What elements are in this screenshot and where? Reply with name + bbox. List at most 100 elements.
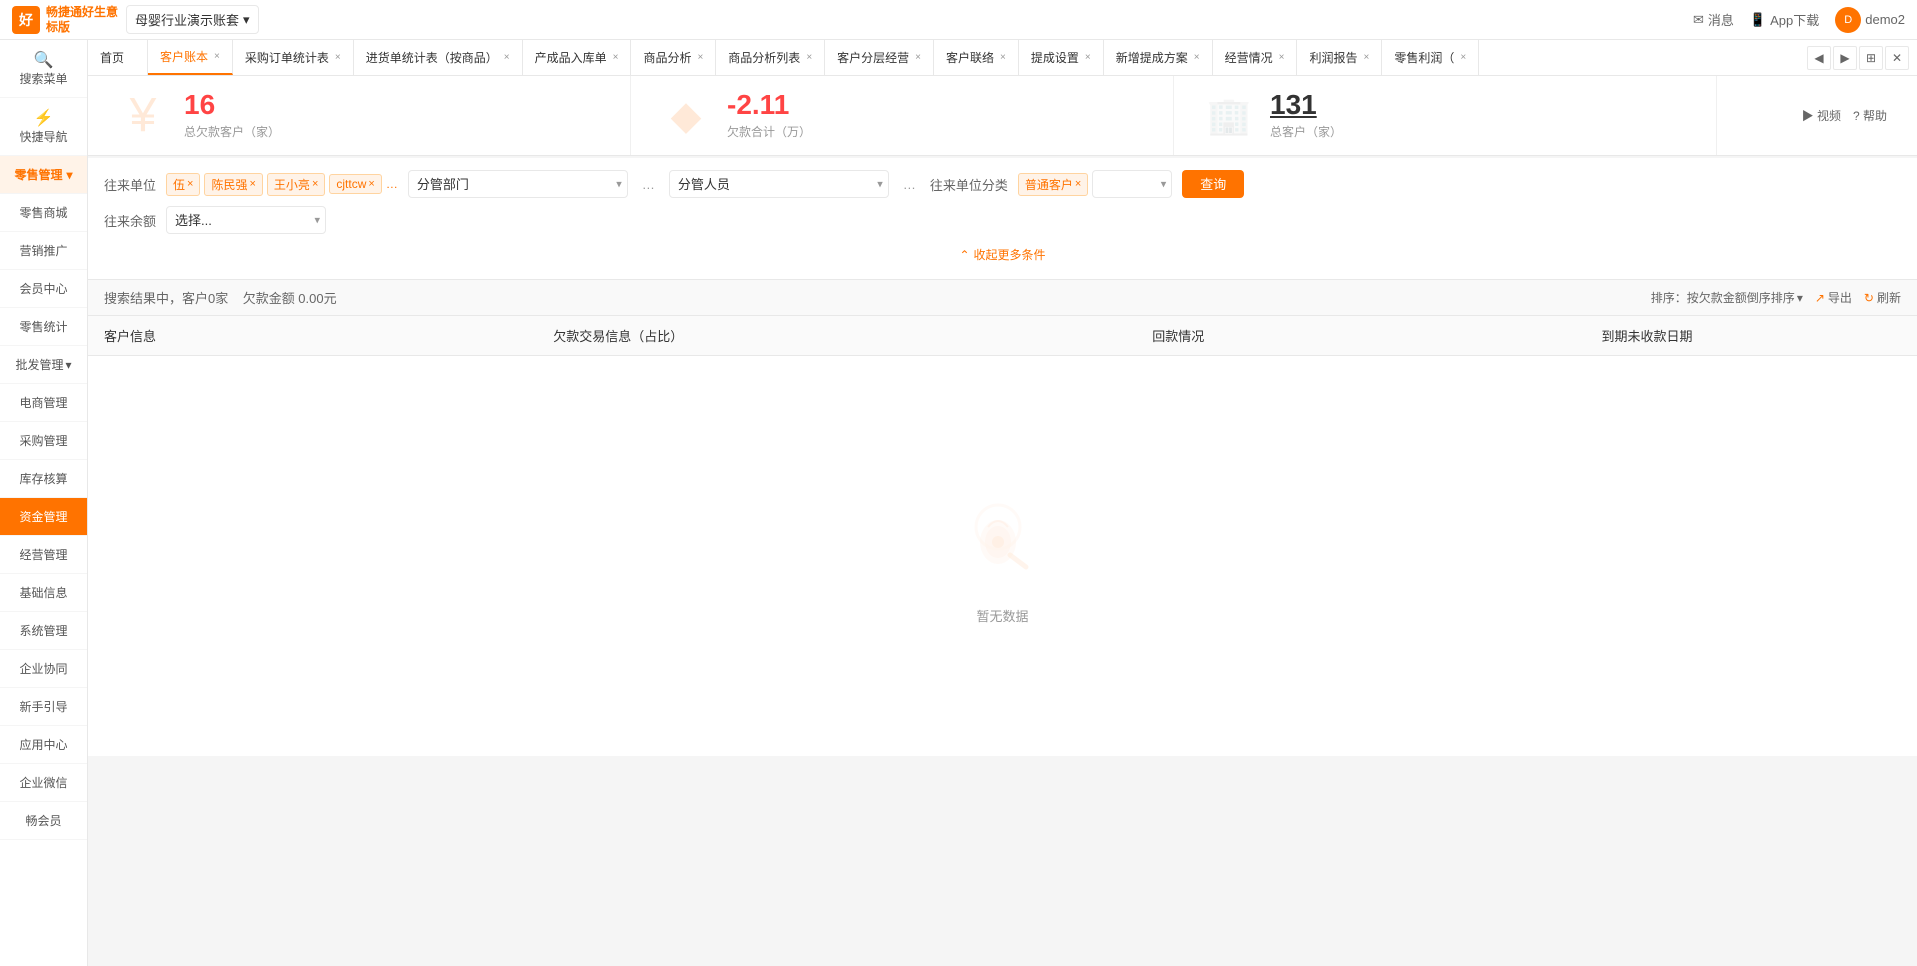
help-btn[interactable]: ? 帮助 (1853, 107, 1887, 124)
person-dots[interactable]: … (899, 177, 920, 192)
close-icon[interactable]: × (1085, 52, 1091, 63)
filter-more-tags[interactable]: … (386, 177, 398, 191)
dept-select[interactable]: 分管部门 (408, 170, 628, 198)
tag-close-wu[interactable]: × (187, 178, 193, 190)
collapse-row[interactable]: ⌃ 收起更多条件 (104, 242, 1901, 267)
tab-new-promote[interactable]: 新增提成方案 × (1104, 40, 1213, 75)
tab-product-analysis[interactable]: 商品分析 × (631, 40, 716, 75)
tab-customer-tier[interactable]: 客户分层经营 × (825, 40, 934, 75)
close-icon[interactable]: × (1279, 52, 1285, 63)
top-bar-left: 好 畅捷通好生意 标版 母婴行业演示账套 ▾ (12, 5, 259, 34)
tab-customer-book[interactable]: 客户账本 × (148, 40, 233, 75)
close-icon[interactable]: × (1363, 52, 1369, 63)
close-icon[interactable]: × (504, 52, 510, 63)
sidebar-item-app-center[interactable]: 应用中心 (0, 726, 87, 764)
nav-scroll-right[interactable]: ▶ (1833, 46, 1857, 70)
sidebar-item-inventory[interactable]: 库存核算 (0, 460, 87, 498)
total-debt-label: 欠款合计（万） (727, 123, 811, 140)
dept-select-wrap: 分管部门 (408, 170, 628, 198)
refresh-btn[interactable]: ↻ 刷新 (1864, 289, 1901, 306)
unit-label: 往来单位 (104, 175, 156, 194)
tab-promote-settings[interactable]: 提成设置 × (1019, 40, 1104, 75)
tab-purchase-order[interactable]: 采购订单统计表 × (233, 40, 354, 75)
logo-area: 好 畅捷通好生意 标版 (12, 5, 118, 34)
filter-tag-wu: 伍 × (166, 173, 200, 196)
sidebar-item-operation[interactable]: 经营管理 (0, 536, 87, 574)
filter-row-1: 往来单位 伍 × 陈民强 × 王小亮 × cjttcw × … (104, 170, 1901, 198)
sidebar-item-vip-member[interactable]: 畅会员 (0, 802, 87, 840)
tab-operation-status[interactable]: 经营情况 × (1213, 40, 1298, 75)
sidebar-item-ecommerce[interactable]: 电商管理 (0, 384, 87, 422)
sidebar-item-basic-info[interactable]: 基础信息 (0, 574, 87, 612)
total-debtors-label: 总欠款客户（家） (184, 123, 280, 140)
dept-dots[interactable]: … (638, 177, 659, 192)
navigation-icon: ⚡ (4, 108, 83, 128)
close-icon[interactable]: × (806, 52, 812, 63)
filter-tag-wang: 王小亮 × (267, 173, 325, 196)
total-debtors-value: 16 (184, 91, 280, 119)
tag-close-wang[interactable]: × (312, 178, 318, 190)
tab-home[interactable]: 首页 (88, 40, 148, 75)
nav-close-all[interactable]: ✕ (1885, 46, 1909, 70)
sidebar-item-member-center[interactable]: 会员中心 (0, 270, 87, 308)
debt-icon: ◆ (661, 91, 711, 141)
tag-close-chen[interactable]: × (249, 178, 255, 190)
sort-select[interactable]: 排序：按欠款金额倒序排序 ▾ (1651, 289, 1803, 306)
close-icon[interactable]: × (697, 52, 703, 63)
user-profile[interactable]: D demo2 (1835, 7, 1905, 33)
tag-close-normal[interactable]: × (1075, 178, 1081, 190)
nav-scroll-left[interactable]: ◀ (1807, 46, 1831, 70)
tab-product-in[interactable]: 产成品入库单 × (523, 40, 632, 75)
export-btn[interactable]: ↗ 导出 (1815, 289, 1852, 306)
sidebar-item-retail-mgmt[interactable]: 零售管理 ▾ (0, 156, 87, 194)
sidebar-item-enterprise[interactable]: 企业协同 (0, 650, 87, 688)
close-icon[interactable]: × (613, 52, 619, 63)
nav-expand[interactable]: ⊞ (1859, 46, 1883, 70)
person-select[interactable]: 分管人员 (669, 170, 889, 198)
sidebar-item-system[interactable]: 系统管理 (0, 612, 87, 650)
close-icon[interactable]: × (335, 52, 341, 63)
close-icon[interactable]: × (1000, 52, 1006, 63)
sidebar-item-retail-mall[interactable]: 零售商城 (0, 194, 87, 232)
person-select-wrap: 分管人员 (669, 170, 889, 198)
sidebar-item-new-guide[interactable]: 新手引导 (0, 688, 87, 726)
sidebar-item-enterprise-wechat[interactable]: 企业微信 (0, 764, 87, 802)
unit-tags: 伍 × 陈民强 × 王小亮 × cjttcw × … (166, 173, 398, 196)
result-bar-right: 排序：按欠款金额倒序排序 ▾ ↗ 导出 ↻ 刷新 (1651, 289, 1901, 306)
sidebar-item-retail-stats[interactable]: 零售统计 (0, 308, 87, 346)
sidebar-item-wholesale-mgmt[interactable]: 批发管理 ▾ (0, 346, 87, 384)
app-download-btn[interactable]: 📱 App下载 (1750, 10, 1819, 29)
close-icon[interactable]: × (915, 52, 921, 63)
sidebar-item-quick-nav[interactable]: ⚡ 快捷导航 (0, 98, 87, 156)
stat-content-customers: 131 总客户（家） (1270, 91, 1342, 140)
chevron-down-icon: ▾ (243, 12, 250, 28)
credit-select-wrap: 选择... (166, 206, 326, 234)
close-icon[interactable]: × (1460, 52, 1466, 63)
tab-profit-report[interactable]: 利润报告 × (1297, 40, 1382, 75)
tab-retail-profit[interactable]: 零售利润（ × (1382, 40, 1479, 75)
stat-content-debtors: 16 总欠款客户（家） (184, 91, 280, 140)
video-btn[interactable]: ▶ 视频 (1802, 107, 1841, 124)
sidebar-item-purchase-mgmt[interactable]: 采购管理 (0, 422, 87, 460)
sidebar-item-marketing[interactable]: 营销推广 (0, 232, 87, 270)
tab-product-analysis-list[interactable]: 商品分析列表 × (716, 40, 825, 75)
message-btn[interactable]: ✉ 消息 (1693, 10, 1734, 29)
sidebar-item-finance[interactable]: 资金管理 (0, 498, 87, 536)
export-icon: ↗ (1815, 291, 1825, 305)
chevron-up-icon: ⌃ (959, 248, 969, 262)
credit-select[interactable]: 选择... (166, 206, 326, 234)
store-selector[interactable]: 母婴行业演示账套 ▾ (126, 5, 259, 34)
unit-class-label: 往来单位分类 (930, 175, 1008, 194)
query-button[interactable]: 查询 (1182, 170, 1244, 198)
sidebar-item-search[interactable]: 🔍 搜索菜单 (0, 40, 87, 98)
tab-inventory-stat[interactable]: 进货单统计表（按商品） × (354, 40, 523, 75)
close-icon[interactable]: × (1194, 52, 1200, 63)
unit-class-select[interactable] (1092, 170, 1172, 198)
tag-close-cjttcw[interactable]: × (368, 178, 374, 190)
tab-customer-contact[interactable]: 客户联络 × (934, 40, 1019, 75)
result-text: 搜索结果中，客户0家 欠款金额 0.00元 (104, 288, 337, 307)
stats-bar: ¥ 16 总欠款客户（家） ◆ -2.11 欠款合计（万） 🏢 131 总客户（… (88, 76, 1917, 156)
close-icon[interactable]: × (214, 51, 220, 62)
result-bar: 搜索结果中，客户0家 欠款金额 0.00元 排序：按欠款金额倒序排序 ▾ ↗ 导… (88, 280, 1917, 316)
avatar: D (1835, 7, 1861, 33)
